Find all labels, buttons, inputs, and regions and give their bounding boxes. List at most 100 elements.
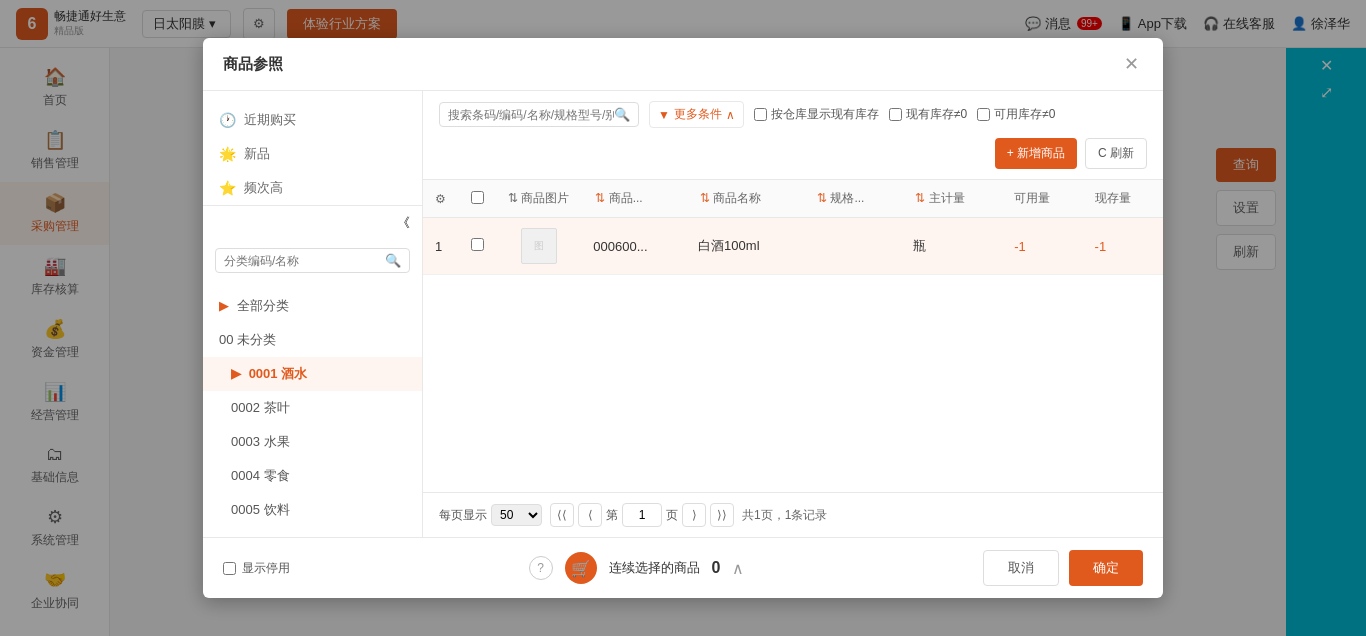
category-water[interactable]: 0008 水 <box>203 527 422 537</box>
unclassified-label: 00 未分类 <box>219 332 276 347</box>
add-product-button[interactable]: + 新增商品 <box>995 138 1077 169</box>
usable-label: 可用库存≠0 <box>994 106 1055 123</box>
row-img: 图 <box>496 218 581 275</box>
recent-label: 近期购买 <box>244 111 296 129</box>
table-header: ⚙ ⇅ 商品图片 ⇅ 商品... <box>423 180 1163 218</box>
category-search-icon[interactable]: 🔍 <box>385 253 401 268</box>
show-disabled-label: 显示停用 <box>242 560 290 577</box>
col-spec: ⇅ 规格... <box>803 180 901 218</box>
help-button[interactable]: ? <box>529 556 553 580</box>
row-spec <box>803 218 901 275</box>
col-code-label: 商品... <box>609 191 643 205</box>
row-seq: 1 <box>423 218 459 275</box>
fruit-label: 0003 水果 <box>231 434 290 449</box>
collapse-button[interactable]: 《 <box>203 205 422 240</box>
continuous-count: 0 <box>712 559 721 577</box>
row-checkbox[interactable] <box>471 238 484 251</box>
category-all[interactable]: ▶ 全部分类 <box>203 289 422 323</box>
footer-center: ? 🛒 连续选择的商品 0 ∧ <box>302 552 971 584</box>
warehouse-filter[interactable]: 按仓库显示现有库存 <box>754 106 879 123</box>
category-search-input[interactable] <box>224 254 385 268</box>
filter-arrow: ∧ <box>726 108 735 122</box>
modal-footer: 显示停用 ? 🛒 连续选择的商品 0 ∧ 取消 确定 <box>203 537 1163 598</box>
snack-label: 0004 零食 <box>231 468 290 483</box>
category-liquor[interactable]: ▶ 0001 酒水 <box>203 357 422 391</box>
select-all-checkbox[interactable] <box>471 191 484 204</box>
usable-filter[interactable]: 可用库存≠0 <box>977 106 1055 123</box>
col-img: ⇅ 商品图片 <box>496 180 581 218</box>
page-size-label: 每页显示 <box>439 507 487 524</box>
code-sort-icon[interactable]: ⇅ <box>595 191 605 205</box>
show-disabled[interactable]: 显示停用 <box>223 560 290 577</box>
page-size-select: 每页显示 10 20 50 100 <box>439 504 542 526</box>
nav-recent-purchase[interactable]: 🕐 近期购买 <box>203 103 422 137</box>
page-nav: ⟨⟨ ⟨ 第 页 ⟩ ⟩⟩ <box>550 503 734 527</box>
category-fruit[interactable]: 0003 水果 <box>203 425 422 459</box>
table-body: 1 图 000600... 白酒100ml 瓶 <box>423 218 1163 275</box>
first-page-button[interactable]: ⟨⟨ <box>550 503 574 527</box>
recent-icon: 🕐 <box>219 112 236 128</box>
table-area: ⚙ ⇅ 商品图片 ⇅ 商品... <box>423 180 1163 492</box>
available-label: 现有库存≠0 <box>906 106 967 123</box>
prev-page-button[interactable]: ⟨ <box>578 503 602 527</box>
product-search-input[interactable] <box>448 108 614 122</box>
modal-close-button[interactable]: ✕ <box>1119 52 1143 76</box>
continuous-text: 连续选择的商品 <box>609 559 700 577</box>
modal-header: 商品参照 ✕ <box>203 38 1163 91</box>
modal-left-panel: 🕐 近期购买 🌟 新品 ⭐ 频次高 《 🔍 <box>203 91 423 537</box>
nav-new-product[interactable]: 🌟 新品 <box>203 137 422 171</box>
available-filter[interactable]: 现有库存≠0 <box>889 106 967 123</box>
row-available: -1 <box>1002 218 1082 275</box>
refresh-button[interactable]: C 刷新 <box>1085 138 1147 169</box>
pagination: 每页显示 10 20 50 100 ⟨⟨ ⟨ 第 页 <box>423 492 1163 537</box>
freq-icon: ⭐ <box>219 180 236 196</box>
category-tea[interactable]: 0002 茶叶 <box>203 391 422 425</box>
show-disabled-checkbox[interactable] <box>223 562 236 575</box>
col-name-label: 商品名称 <box>713 191 761 205</box>
category-unclassified[interactable]: 00 未分类 <box>203 323 422 357</box>
confirm-button[interactable]: 确定 <box>1069 550 1143 586</box>
category-snack[interactable]: 0004 零食 <box>203 459 422 493</box>
modal-title: 商品参照 <box>223 55 283 74</box>
nav-frequent[interactable]: ⭐ 频次高 <box>203 171 422 205</box>
page-input[interactable] <box>622 503 662 527</box>
product-image: 图 <box>521 228 557 264</box>
next-page-button[interactable]: ⟩ <box>682 503 706 527</box>
liquor-arrow: ▶ <box>231 366 241 381</box>
col-code: ⇅ 商品... <box>581 180 686 218</box>
product-search-icon[interactable]: 🔍 <box>614 107 630 122</box>
spec-sort-icon[interactable]: ⇅ <box>817 191 827 205</box>
filter-button[interactable]: ▼ 更多条件 ∧ <box>649 101 744 128</box>
category-drink[interactable]: 0005 饮料 <box>203 493 422 527</box>
col-name: ⇅ 商品名称 <box>686 180 803 218</box>
row-name: 白酒100ml <box>686 218 803 275</box>
liquor-label: 0001 酒水 <box>249 366 308 381</box>
warehouse-checkbox[interactable] <box>754 108 767 121</box>
freq-label: 频次高 <box>244 179 283 197</box>
img-sort-icon[interactable]: ⇅ <box>508 191 518 205</box>
modal-overlay: 商品参照 ✕ 🕐 近期购买 🌟 新品 ⭐ 频次高 <box>0 0 1366 636</box>
all-arrow: ▶ <box>219 298 229 313</box>
available-checkbox[interactable] <box>889 108 902 121</box>
col-unit-label: 主计量 <box>929 191 965 205</box>
cart-button[interactable]: 🛒 <box>565 552 597 584</box>
page-size-dropdown[interactable]: 10 20 50 100 <box>491 504 542 526</box>
new-label: 新品 <box>244 145 270 163</box>
col-gear: ⚙ <box>423 180 459 218</box>
filter-icon: ▼ <box>658 108 670 122</box>
toolbar-right: + 新增商品 C 刷新 <box>995 138 1147 169</box>
name-sort-icon[interactable]: ⇅ <box>700 191 710 205</box>
col-check <box>459 180 496 218</box>
footer-right: 取消 确定 <box>983 550 1143 586</box>
all-label: 全部分类 <box>237 298 289 313</box>
last-page-button[interactable]: ⟩⟩ <box>710 503 734 527</box>
row-unit: 瓶 <box>901 218 1002 275</box>
product-search-box: 🔍 <box>439 102 639 127</box>
table-row[interactable]: 1 图 000600... 白酒100ml 瓶 <box>423 218 1163 275</box>
usable-checkbox[interactable] <box>977 108 990 121</box>
unit-sort-icon[interactable]: ⇅ <box>915 191 925 205</box>
footer-collapse-icon[interactable]: ∧ <box>732 559 744 578</box>
cancel-button[interactable]: 取消 <box>983 550 1059 586</box>
page-total: 共1页，1条记录 <box>742 507 827 524</box>
modal-toolbar: 🔍 ▼ 更多条件 ∧ 按仓库显示现有库存 现有库存≠0 <box>423 91 1163 180</box>
